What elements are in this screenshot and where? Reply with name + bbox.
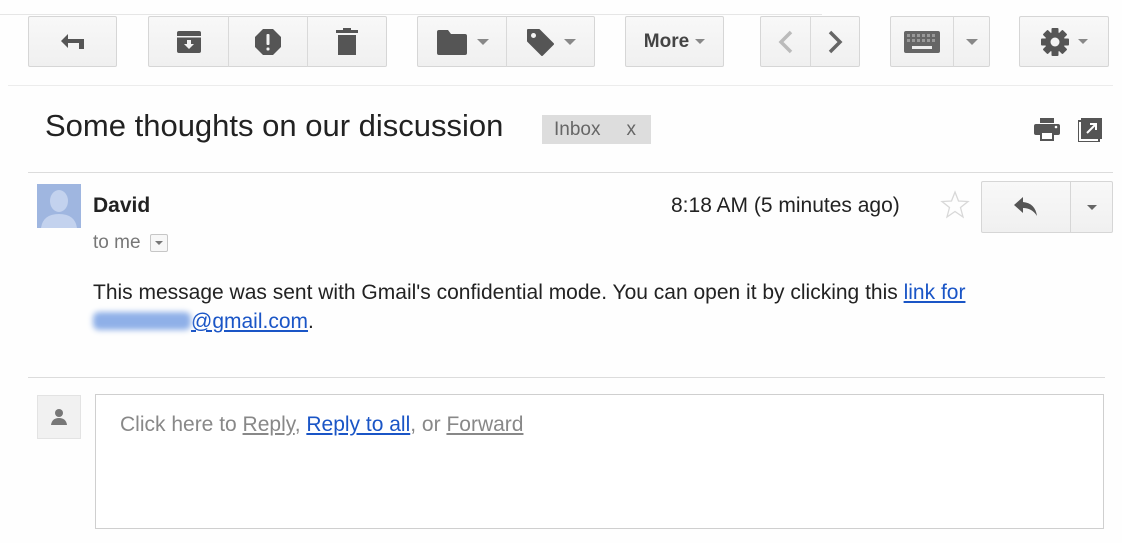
report-spam-icon xyxy=(255,28,281,55)
inbox-label-chip[interactable]: Inbox x xyxy=(542,115,651,144)
archive-button[interactable] xyxy=(148,16,229,67)
newer-button[interactable] xyxy=(760,16,811,67)
chevron-down-icon xyxy=(965,38,978,45)
toolbar-divider xyxy=(8,85,1113,86)
input-tools-dropdown[interactable] xyxy=(953,16,990,67)
settings-button[interactable] xyxy=(1019,16,1109,67)
separator-text: , or xyxy=(410,413,447,436)
recipient-text: to me xyxy=(93,232,141,253)
more-actions-dropdown[interactable] xyxy=(1070,181,1113,233)
reply-arrow-icon xyxy=(1014,197,1037,216)
report-spam-button[interactable] xyxy=(228,16,308,67)
reply-button[interactable] xyxy=(981,181,1071,233)
reply-prompt-prefix: Click here to xyxy=(120,413,243,436)
chevron-down-icon xyxy=(563,38,576,45)
remove-label-button[interactable]: x xyxy=(626,119,636,141)
reply-box[interactable]: Click here to Reply, Reply to all, or Fo… xyxy=(95,394,1104,529)
reply-link[interactable]: Reply xyxy=(243,413,295,436)
tag-icon xyxy=(526,28,554,56)
chevron-left-icon xyxy=(778,30,792,53)
email-subject: Some thoughts on our discussion xyxy=(45,108,504,143)
chevron-down-icon xyxy=(154,241,163,245)
delete-button[interactable] xyxy=(307,16,387,67)
back-arrow-icon xyxy=(60,33,84,49)
confidential-link[interactable]: link for xyxy=(904,281,966,304)
message-divider xyxy=(28,377,1105,378)
confidential-link-email[interactable]: @gmail.com xyxy=(191,310,308,333)
my-avatar xyxy=(37,395,81,439)
body-text: This message was sent with Gmail's confi… xyxy=(93,281,904,304)
body-end: . xyxy=(308,310,314,333)
open-in-new-window-icon xyxy=(1077,118,1102,143)
redacted-email-username xyxy=(93,312,191,330)
chevron-down-icon xyxy=(1086,204,1097,210)
printer-icon xyxy=(1034,118,1060,141)
keyboard-icon xyxy=(904,30,940,53)
older-button[interactable] xyxy=(810,16,860,67)
chevron-down-icon xyxy=(1078,39,1088,44)
archive-icon xyxy=(176,30,201,53)
person-icon xyxy=(51,409,67,425)
input-tools-button[interactable] xyxy=(890,16,954,67)
move-to-button[interactable] xyxy=(417,16,508,67)
show-details-button[interactable] xyxy=(149,234,168,252)
chevron-down-icon xyxy=(476,38,489,45)
subject-divider xyxy=(28,172,1113,173)
labels-button[interactable] xyxy=(506,16,595,67)
sender-avatar[interactable] xyxy=(37,184,81,228)
folder-icon xyxy=(436,29,467,55)
top-border xyxy=(0,14,822,15)
new-window-button[interactable] xyxy=(1077,118,1102,147)
forward-link[interactable]: Forward xyxy=(446,413,523,436)
back-button[interactable] xyxy=(28,16,117,67)
person-silhouette-icon xyxy=(41,190,77,228)
reply-prompt: Click here to Reply, Reply to all, or Fo… xyxy=(120,413,523,437)
star-button[interactable] xyxy=(940,190,970,225)
recipient-line: to me xyxy=(93,232,168,254)
more-button[interactable]: More xyxy=(625,16,724,67)
message-timestamp: 8:18 AM (5 minutes ago) xyxy=(671,194,900,217)
more-label: More xyxy=(643,30,690,52)
trash-icon xyxy=(336,27,358,55)
gear-icon xyxy=(1041,27,1069,56)
sender-name[interactable]: David xyxy=(93,194,150,218)
print-button[interactable] xyxy=(1034,118,1060,147)
star-outline-icon xyxy=(940,190,970,219)
label-name: Inbox xyxy=(554,118,601,140)
reply-all-link[interactable]: Reply to all xyxy=(306,413,410,436)
separator-text: , xyxy=(294,413,307,436)
chevron-right-icon xyxy=(828,30,843,53)
chevron-down-icon xyxy=(695,39,706,44)
message-body: This message was sent with Gmail's confi… xyxy=(93,278,1103,336)
